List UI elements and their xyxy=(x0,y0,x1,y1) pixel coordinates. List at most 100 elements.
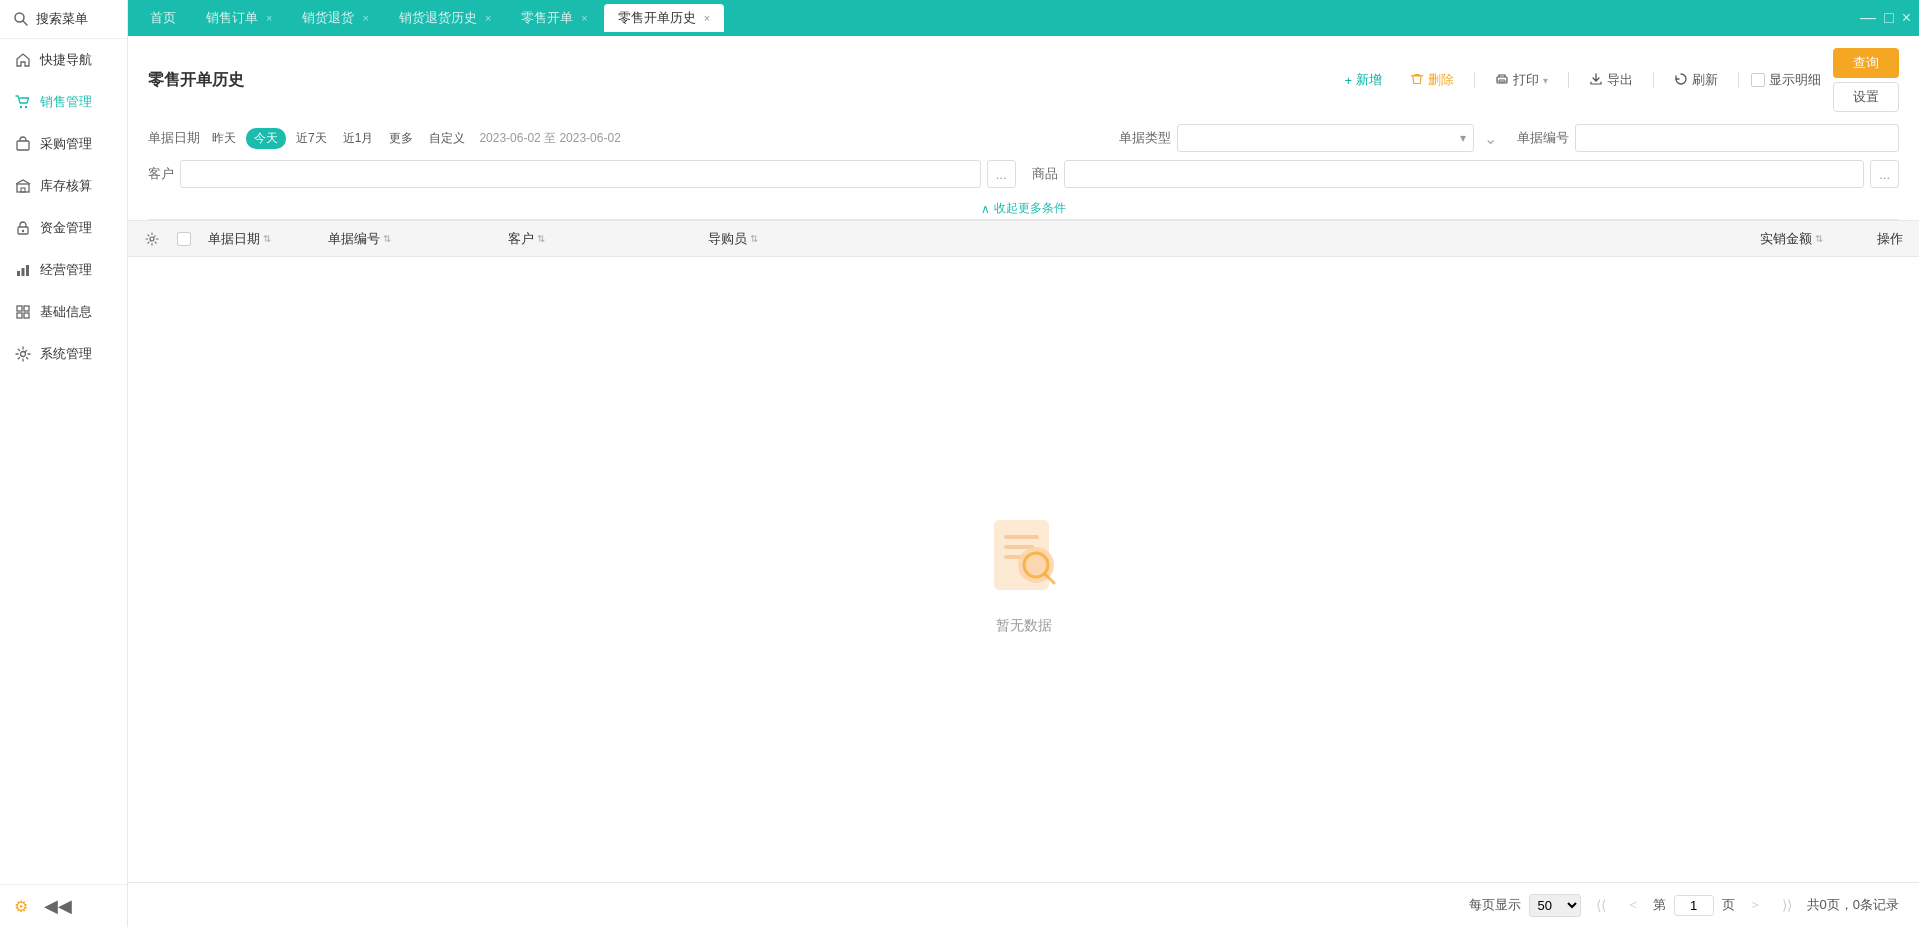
query-button[interactable]: 查询 xyxy=(1833,48,1899,78)
product-input[interactable] xyxy=(1064,160,1865,188)
date-month[interactable]: 近1月 xyxy=(337,128,380,149)
restore-btn[interactable]: □ xyxy=(1884,9,1894,27)
tab-home-label: 首页 xyxy=(150,9,176,27)
sidebar-item-finance[interactable]: 资金管理 xyxy=(0,207,127,249)
add-button[interactable]: + 新增 xyxy=(1336,67,1390,93)
th-number-label: 单据编号 xyxy=(328,230,380,248)
settings-footer-icon[interactable]: ⚙ xyxy=(14,897,28,916)
table-area: 单据日期 ⇅ 单据编号 ⇅ 客户 ⇅ 导购员 ⇅ 实销金额 ⇅ 操作 xyxy=(128,221,1919,882)
refresh-label: 刷新 xyxy=(1692,71,1718,89)
svg-point-8 xyxy=(22,230,24,232)
tab-close-retail-history[interactable]: × xyxy=(704,12,710,24)
sort-icon-date: ⇅ xyxy=(263,234,271,244)
th-number[interactable]: 单据编号 ⇅ xyxy=(320,230,500,248)
th-date[interactable]: 单据日期 ⇅ xyxy=(200,230,320,248)
th-customer-label: 客户 xyxy=(508,230,534,248)
print-button[interactable]: 打印 ▾ xyxy=(1487,67,1556,93)
last-page-btn[interactable]: ⟩⟩ xyxy=(1775,893,1799,917)
sort-icon-number: ⇅ xyxy=(383,234,391,244)
tab-close-retail-open[interactable]: × xyxy=(581,12,587,24)
cart-icon xyxy=(14,93,32,111)
prev-page-btn[interactable]: ＜ xyxy=(1621,893,1645,917)
checkbox-all[interactable] xyxy=(177,232,191,246)
date-today[interactable]: 今天 xyxy=(246,128,286,149)
sidebar-item-system-mgmt[interactable]: 系统管理 xyxy=(0,333,127,375)
svg-rect-14 xyxy=(17,313,22,318)
page-input[interactable] xyxy=(1674,895,1714,916)
type-label: 单据类型 xyxy=(1119,129,1171,147)
svg-rect-13 xyxy=(24,306,29,311)
export-button[interactable]: 导出 xyxy=(1581,67,1641,93)
per-page-select[interactable]: 50 10 20 100 xyxy=(1529,894,1581,917)
collapse-row[interactable]: ∧ 收起更多条件 xyxy=(148,196,1899,219)
customer-ellipsis-btn[interactable]: ... xyxy=(987,160,1016,188)
sidebar-item-quick-nav[interactable]: 快捷导航 xyxy=(0,39,127,81)
tab-label: 销售订单 xyxy=(206,9,258,27)
tab-close-sales-return[interactable]: × xyxy=(362,12,368,24)
th-guide[interactable]: 导购员 ⇅ xyxy=(700,230,840,248)
sidebar-item-operations[interactable]: 经营管理 xyxy=(0,249,127,291)
display-detail-checkbox[interactable]: 显示明细 xyxy=(1751,71,1821,89)
first-page-btn[interactable]: ⟨⟨ xyxy=(1589,893,1613,917)
sidebar-item-label: 库存核算 xyxy=(40,177,92,195)
page-title-row: 零售开单历史 + 新增 删除 xyxy=(148,48,1899,112)
tab-sales-return-history[interactable]: 销货退货历史 × xyxy=(385,4,505,32)
sidebar-item-inventory[interactable]: 库存核算 xyxy=(0,165,127,207)
date-custom[interactable]: 自定义 xyxy=(423,128,471,149)
filter-row-2: 客户 ... 商品 ... xyxy=(148,160,1899,188)
svg-point-3 xyxy=(25,106,27,108)
tab-home[interactable]: 首页 xyxy=(136,4,190,32)
date-yesterday[interactable]: 昨天 xyxy=(206,128,242,149)
sidebar-item-label: 系统管理 xyxy=(40,345,92,363)
tab-label: 零售开单历史 xyxy=(618,9,696,27)
print-label: 打印 xyxy=(1513,71,1539,89)
th-amount-label: 实销金额 xyxy=(1760,230,1812,248)
setting-button[interactable]: 设置 xyxy=(1833,82,1899,112)
filter-type: 单据类型 ⌄ xyxy=(1119,124,1501,152)
pagination: 每页显示 50 10 20 100 ⟨⟨ ＜ 第 页 ＞ ⟩⟩ 共0页，0条记录 xyxy=(128,882,1919,927)
type-select[interactable] xyxy=(1177,124,1474,152)
date-7days[interactable]: 近7天 xyxy=(290,128,333,149)
export-icon xyxy=(1589,72,1603,89)
sidebar-item-basic-info[interactable]: 基础信息 xyxy=(0,291,127,333)
minimize-btn[interactable]: — xyxy=(1860,9,1876,27)
delete-button[interactable]: 删除 xyxy=(1402,67,1462,93)
tab-sales-return[interactable]: 销货退货 × xyxy=(288,4,382,32)
number-input[interactable] xyxy=(1575,124,1899,152)
checkbox-display-detail[interactable] xyxy=(1751,73,1765,87)
divider xyxy=(1474,72,1475,88)
tab-close-sales-order[interactable]: × xyxy=(266,12,272,24)
th-customer[interactable]: 客户 ⇅ xyxy=(500,230,700,248)
customer-input[interactable] xyxy=(180,160,981,188)
grid-icon xyxy=(14,303,32,321)
next-page-btn[interactable]: ＞ xyxy=(1743,893,1767,917)
tab-retail-open[interactable]: 零售开单 × xyxy=(507,4,601,32)
svg-rect-11 xyxy=(26,265,29,276)
svg-rect-12 xyxy=(17,306,22,311)
th-amount[interactable]: 实销金额 ⇅ xyxy=(1731,230,1831,248)
tab-label: 销货退货 xyxy=(302,9,354,27)
tab-sales-order[interactable]: 销售订单 × xyxy=(192,4,286,32)
search-menu[interactable]: 搜索菜单 xyxy=(0,0,127,39)
close-btn[interactable]: × xyxy=(1902,9,1911,27)
empty-icon xyxy=(974,505,1074,605)
sidebar-footer: ⚙ ◀◀ xyxy=(0,884,127,927)
th-settings[interactable] xyxy=(136,232,168,246)
tab-close-sales-return-history[interactable]: × xyxy=(485,12,491,24)
divider3 xyxy=(1653,72,1654,88)
sort-icon-customer: ⇅ xyxy=(537,234,545,244)
refresh-button[interactable]: 刷新 xyxy=(1666,67,1726,93)
date-more[interactable]: 更多 xyxy=(383,128,419,149)
product-ellipsis-btn[interactable]: ... xyxy=(1870,160,1899,188)
date-range-display: 2023-06-02 至 2023-06-02 xyxy=(479,130,620,147)
print-dropdown-icon[interactable]: ▾ xyxy=(1543,75,1548,86)
collapse-icon[interactable]: ◀◀ xyxy=(44,895,72,917)
page-label: 第 xyxy=(1653,896,1666,914)
tab-retail-history[interactable]: 零售开单历史 × xyxy=(604,4,724,32)
sidebar-item-sales-mgmt[interactable]: 销售管理 xyxy=(0,81,127,123)
th-check[interactable] xyxy=(168,232,200,246)
display-detail-label: 显示明细 xyxy=(1769,71,1821,89)
tab-label: 销货退货历史 xyxy=(399,9,477,27)
sidebar-item-purchase-mgmt[interactable]: 采购管理 xyxy=(0,123,127,165)
chart-icon xyxy=(14,261,32,279)
